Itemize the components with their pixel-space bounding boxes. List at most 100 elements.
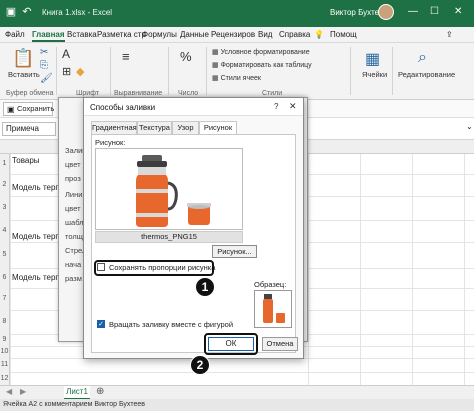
row-header[interactable]: 8 bbox=[0, 310, 10, 334]
close-icon[interactable]: ✕ bbox=[454, 6, 462, 17]
expand-formula-icon[interactable]: ⌄ bbox=[466, 122, 473, 131]
ribbon: 📋 Вставить ✂ ⎘ 🖌 Буфер обмена А ⊞ ◆ Шриф… bbox=[0, 43, 474, 100]
tab-view[interactable]: Вид bbox=[258, 30, 272, 39]
cut-icon[interactable]: ✂ bbox=[40, 47, 48, 58]
cell-a3[interactable]: Модель терг bbox=[12, 183, 58, 192]
row-header[interactable]: 4 bbox=[0, 220, 10, 242]
grid-line bbox=[308, 154, 309, 385]
row-header[interactable]: 6 bbox=[0, 268, 10, 288]
next-sheet-icon[interactable]: ▶ bbox=[20, 387, 26, 396]
cancel-button[interactable]: Отмена bbox=[262, 337, 298, 351]
grid-line bbox=[412, 154, 413, 385]
transparency-label: проз bbox=[65, 174, 81, 183]
tab-insert[interactable]: Вставка bbox=[67, 30, 97, 39]
thermos-image bbox=[136, 155, 211, 227]
grid-line bbox=[10, 154, 11, 385]
select-picture-button[interactable]: Рисунок... bbox=[212, 245, 257, 258]
close-icon[interactable]: ✕ bbox=[289, 101, 297, 112]
row-header[interactable]: 3 bbox=[0, 196, 10, 220]
window-title: Книга 1.xlsx - Excel bbox=[42, 8, 113, 17]
row-header[interactable]: 12 bbox=[0, 372, 10, 385]
cell-a1[interactable]: Товары bbox=[12, 156, 40, 165]
disk-icon: ▣ bbox=[7, 105, 15, 114]
avatar[interactable] bbox=[378, 4, 394, 20]
row-header[interactable]: 5 bbox=[0, 242, 10, 268]
dialog-titlebar: Способы заливки ? ✕ bbox=[84, 98, 303, 116]
line-color-label: цвет bbox=[65, 204, 81, 213]
prev-sheet-icon[interactable]: ◀ bbox=[6, 387, 12, 396]
conditional-formatting-button[interactable]: ▦ Условное форматирование bbox=[212, 48, 310, 56]
tab-picture[interactable]: Рисунок bbox=[199, 121, 237, 135]
tab-home[interactable]: Главная bbox=[32, 30, 65, 42]
dialog-title: Способы заливки bbox=[90, 103, 156, 112]
tab-help[interactable]: Справка bbox=[279, 30, 310, 39]
weight-label: толщ bbox=[65, 232, 83, 241]
tab-texture[interactable]: Текстура bbox=[137, 121, 172, 134]
help-icon[interactable]: ? bbox=[274, 102, 278, 111]
percent-icon[interactable]: % bbox=[180, 49, 192, 64]
cell-a7[interactable]: Модель терг bbox=[12, 273, 58, 282]
step-callout-2: 2 bbox=[190, 355, 210, 375]
search-icon[interactable]: ⌕ bbox=[418, 49, 427, 67]
save-button[interactable]: ▣ Сохранить bbox=[3, 102, 54, 116]
save-icon[interactable]: ▣ bbox=[4, 5, 18, 19]
cell-styles-button[interactable]: ▦ Стили ячеек bbox=[212, 74, 261, 82]
tab-review[interactable]: Рецензиров bbox=[211, 30, 255, 39]
borders-icon[interactable]: ⊞ bbox=[62, 65, 71, 78]
step-callout-1: 1 bbox=[195, 277, 215, 297]
sheet-tab-1[interactable]: Лист1 bbox=[64, 386, 90, 400]
tab-pattern[interactable]: Узор bbox=[172, 121, 199, 134]
tab-page-layout[interactable]: Разметка стр bbox=[97, 30, 146, 39]
ribbon-divider bbox=[110, 47, 111, 95]
cell-styles-label: Стили ячеек bbox=[220, 75, 261, 82]
paste-button[interactable]: Вставить bbox=[8, 70, 40, 79]
undo-icon[interactable]: ↶ bbox=[20, 5, 34, 19]
fill-color-icon[interactable]: ◆ bbox=[76, 65, 84, 78]
pattern-label: шабл bbox=[65, 218, 84, 227]
cell-a5[interactable]: Модель терг bbox=[12, 232, 58, 241]
tab-file[interactable]: Файл bbox=[5, 30, 25, 39]
font-face-icon[interactable]: А bbox=[62, 47, 70, 61]
tab-formulas[interactable]: Формулы bbox=[142, 30, 177, 39]
picture-preview bbox=[95, 148, 243, 230]
name-box[interactable]: Примеча bbox=[2, 122, 56, 136]
row-header[interactable]: 11 bbox=[0, 358, 10, 372]
ribbon-divider bbox=[206, 47, 207, 95]
title-bar: ▣ ↶ Книга 1.xlsx - Excel Виктор Бухтеев … bbox=[0, 0, 474, 27]
minimize-icon[interactable]: — bbox=[408, 6, 418, 17]
copy-icon[interactable]: ⎘ bbox=[40, 60, 48, 71]
rotate-fill-checkbox-row[interactable]: ✓ Вращать заливку вместе с фигурой bbox=[95, 318, 235, 330]
ok-button[interactable]: ОК bbox=[208, 337, 254, 351]
group-styles: Стили bbox=[262, 90, 283, 97]
rotate-fill-checkbox[interactable]: ✓ bbox=[97, 320, 105, 328]
status-text: Ячейка A2 с комментарием Виктор Бухтеев bbox=[0, 399, 474, 411]
grid-line bbox=[464, 154, 465, 385]
paste-icon[interactable]: 📋 bbox=[12, 48, 34, 69]
rotate-fill-label[interactable]: Вращать заливку вместе с фигурой bbox=[109, 320, 233, 329]
format-as-table-label: Форматировать как таблицу bbox=[220, 62, 312, 69]
editing-button[interactable]: Редактирование bbox=[398, 70, 455, 79]
format-painter-icon[interactable]: 🖌 bbox=[40, 73, 53, 84]
cells-icon[interactable]: ▦ bbox=[365, 49, 380, 69]
row-header[interactable]: 1 bbox=[0, 154, 10, 174]
conditional-formatting-label: Условное форматирование bbox=[220, 49, 310, 56]
row-header[interactable]: 7 bbox=[0, 288, 10, 310]
row-header[interactable]: 9 bbox=[0, 334, 10, 346]
fill-effects-dialog: Способы заливки ? ✕ Градиентная Текстура… bbox=[83, 97, 304, 359]
sample-preview bbox=[254, 290, 292, 328]
add-sheet-icon[interactable]: ⊕ bbox=[96, 386, 104, 397]
format-as-table-button[interactable]: ▦ Форматировать как таблицу bbox=[212, 61, 312, 69]
lightbulb-icon[interactable]: 💡 bbox=[314, 30, 324, 39]
row-header[interactable]: 10 bbox=[0, 346, 10, 358]
tab-tell-me[interactable]: Помощ bbox=[330, 30, 357, 39]
grid-line bbox=[360, 154, 361, 385]
share-icon[interactable]: ⇪ bbox=[446, 30, 453, 39]
row-header[interactable]: 2 bbox=[0, 174, 10, 196]
tab-gradient[interactable]: Градиентная bbox=[91, 121, 137, 134]
picture-filename: thermos_PNG15 bbox=[95, 231, 243, 243]
tab-data[interactable]: Данные bbox=[180, 30, 209, 39]
align-center-icon[interactable]: ≡ bbox=[122, 49, 130, 64]
maximize-icon[interactable]: ☐ bbox=[430, 6, 439, 17]
group-alignment: Выравнивание bbox=[114, 90, 163, 97]
cells-button[interactable]: Ячейки bbox=[362, 70, 387, 79]
